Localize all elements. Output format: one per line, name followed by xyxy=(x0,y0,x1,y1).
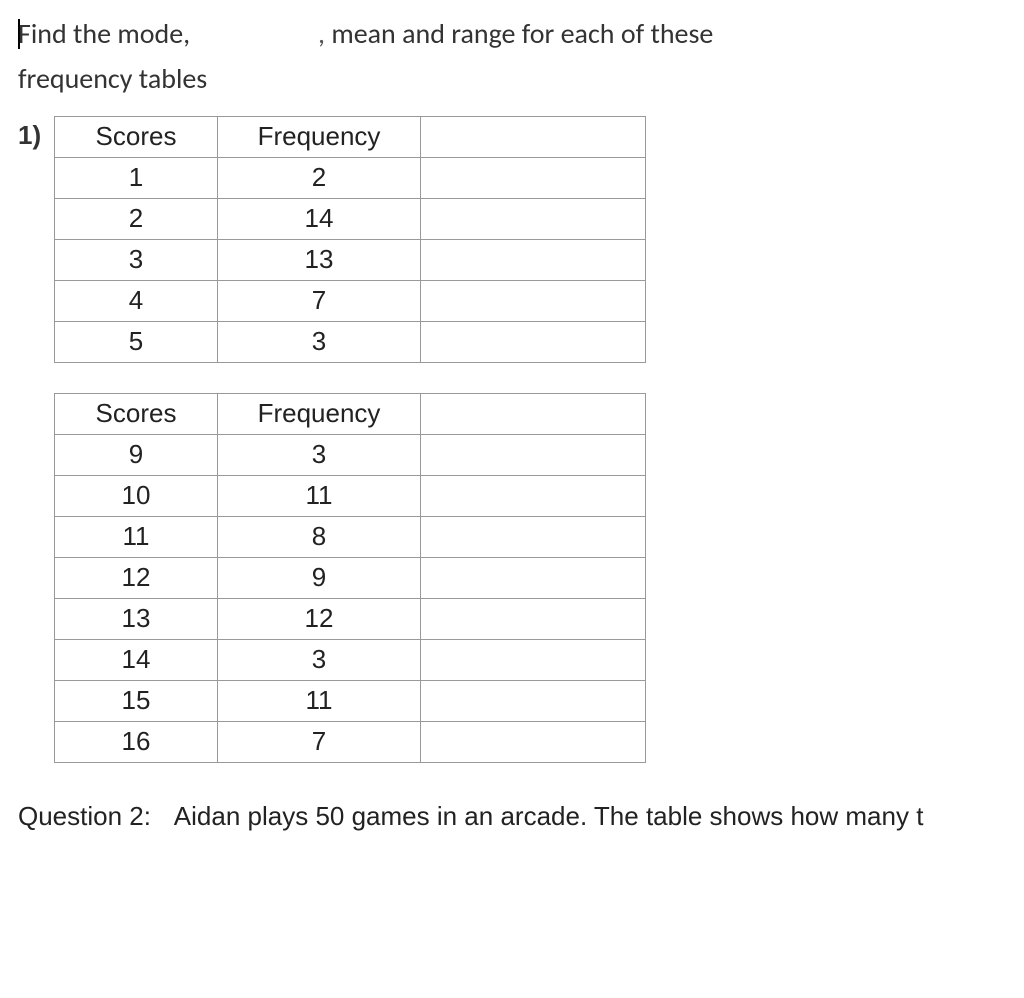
table-row: 9 3 xyxy=(55,434,646,475)
header-scores: Scores xyxy=(55,393,218,434)
table-row: 2 14 xyxy=(55,198,646,239)
cell-score: 13 xyxy=(55,598,218,639)
cell-score: 11 xyxy=(55,516,218,557)
header-scores: Scores xyxy=(55,116,218,157)
question-prompt: Find the mode, , mean and range for each… xyxy=(18,12,1016,102)
blank-cell xyxy=(421,598,646,639)
blank-cell xyxy=(421,434,646,475)
blank-cell xyxy=(421,280,646,321)
blank-cell xyxy=(421,639,646,680)
cell-score: 9 xyxy=(55,434,218,475)
blank-cell xyxy=(421,239,646,280)
table-row: Scores Frequency xyxy=(55,116,646,157)
blank-cell xyxy=(421,198,646,239)
cell-score: 1 xyxy=(55,157,218,198)
question-2: Question 2: Aidan plays 50 games in an a… xyxy=(18,801,1016,832)
blank-cell xyxy=(421,393,646,434)
cell-freq: 7 xyxy=(218,280,421,321)
cell-freq: 11 xyxy=(218,680,421,721)
cell-score: 10 xyxy=(55,475,218,516)
cell-score: 5 xyxy=(55,321,218,362)
cell-score: 2 xyxy=(55,198,218,239)
blank-cell xyxy=(421,475,646,516)
table-row: 14 3 xyxy=(55,639,646,680)
table-row: 10 11 xyxy=(55,475,646,516)
blank-cell xyxy=(421,516,646,557)
cell-freq: 3 xyxy=(218,321,421,362)
table-row: 4 7 xyxy=(55,280,646,321)
table-row: 13 12 xyxy=(55,598,646,639)
header-frequency: Frequency xyxy=(218,393,421,434)
table-row: 11 8 xyxy=(55,516,646,557)
cell-freq: 13 xyxy=(218,239,421,280)
cell-freq: 14 xyxy=(218,198,421,239)
table-row: 15 11 xyxy=(55,680,646,721)
frequency-table-2: Scores Frequency 9 3 10 11 11 8 12 9 13 … xyxy=(54,393,646,763)
table-row: 16 7 xyxy=(55,721,646,762)
table-row: 12 9 xyxy=(55,557,646,598)
blank-cell xyxy=(421,321,646,362)
prompt-line2: frequency tables xyxy=(18,57,1016,102)
blank-cell xyxy=(421,157,646,198)
table-row: 3 13 xyxy=(55,239,646,280)
header-frequency: Frequency xyxy=(218,116,421,157)
blank-cell xyxy=(421,680,646,721)
table-row: 1 2 xyxy=(55,157,646,198)
cell-freq: 9 xyxy=(218,557,421,598)
cell-score: 4 xyxy=(55,280,218,321)
cell-freq: 7 xyxy=(218,721,421,762)
cell-freq: 3 xyxy=(218,434,421,475)
cell-score: 15 xyxy=(55,680,218,721)
cell-score: 14 xyxy=(55,639,218,680)
frequency-table-1: Scores Frequency 1 2 2 14 3 13 4 7 5 3 xyxy=(54,116,646,363)
table-row: Scores Frequency xyxy=(55,393,646,434)
cell-freq: 2 xyxy=(218,157,421,198)
question-2-text: Aidan plays 50 games in an arcade. The t… xyxy=(174,801,924,831)
question-2-label: Question 2: xyxy=(18,801,168,832)
cell-freq: 11 xyxy=(218,475,421,516)
cell-score: 3 xyxy=(55,239,218,280)
cell-score: 16 xyxy=(55,721,218,762)
prompt-line1-part2: , mean and range for each of these xyxy=(318,12,713,57)
cell-freq: 12 xyxy=(218,598,421,639)
blank-cell xyxy=(421,721,646,762)
blank-cell xyxy=(421,557,646,598)
table-row: 5 3 xyxy=(55,321,646,362)
prompt-line1-part1: Find the mode, xyxy=(18,12,318,57)
blank-cell xyxy=(421,116,646,157)
cell-freq: 8 xyxy=(218,516,421,557)
cell-score: 12 xyxy=(55,557,218,598)
item-number-1: 1) xyxy=(18,116,54,151)
cell-freq: 3 xyxy=(218,639,421,680)
